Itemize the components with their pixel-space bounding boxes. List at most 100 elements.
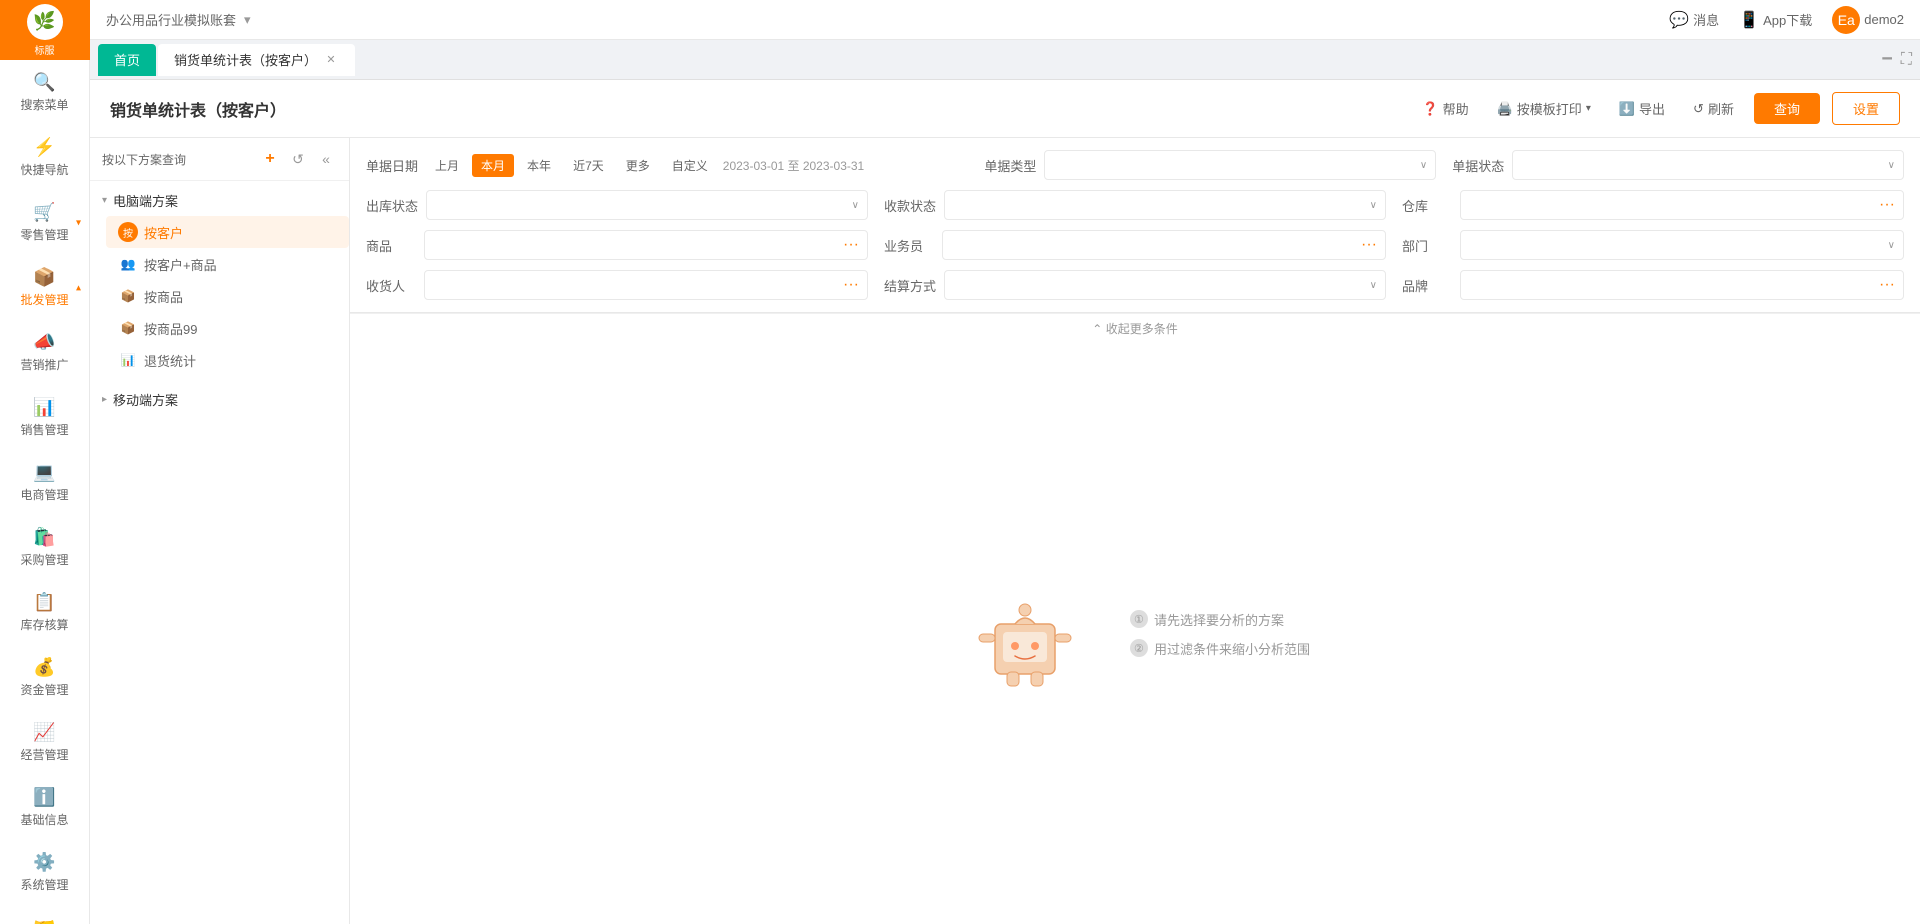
sidebar-item-operations[interactable]: 📈 经营管理 (0, 710, 89, 775)
filter-receipt-status: 收款状态 ∨ (884, 190, 1386, 220)
date-tab-last7days[interactable]: 近7天 (564, 154, 613, 177)
add-scheme-btn[interactable]: + (259, 148, 281, 170)
tab-sales-report[interactable]: 销货单统计表（按客户） ✕ (158, 44, 355, 76)
filter-area: 单据日期 上月 本月 本年 近7天 更多 自定义 (350, 138, 1920, 313)
user-name: demo2 (1864, 12, 1904, 27)
sidebar-item-sales[interactable]: 📊 销售管理 (0, 385, 89, 450)
brand-more-icon[interactable]: ··· (1879, 276, 1895, 294)
date-tab-more[interactable]: 更多 (617, 154, 659, 177)
filter-order-type: 单据类型 ∨ (984, 150, 1436, 180)
sales-icon: 📊 (33, 397, 55, 418)
department-select[interactable]: ∨ (1460, 230, 1904, 260)
tree-node-mobile[interactable]: ▸ 移动端方案 (90, 384, 349, 415)
return-stats-scheme-icon: 📊 (118, 350, 138, 370)
sidebar-item-inventory[interactable]: 📋 库存核算 (0, 580, 89, 645)
page-header: 销货单统计表（按客户） ❓ 帮助 🖨️ 按模板打印 ▾ ⬇️ 导出 ↺ 刷新 (90, 80, 1920, 138)
app-download-label: App下载 (1763, 10, 1812, 29)
salesperson-select[interactable]: ··· (942, 230, 1386, 260)
settings-button[interactable]: 设置 (1832, 92, 1900, 125)
customer-product-scheme-icon: 👥 (118, 254, 138, 274)
ecommerce-icon: 💻 (33, 462, 55, 483)
date-tab-custom[interactable]: 自定义 (663, 154, 717, 177)
sidebar-item-basic-info[interactable]: ℹ️ 基础信息 (0, 775, 89, 840)
receiver-select[interactable]: ··· (424, 270, 868, 300)
settlement-label: 结算方式 (884, 276, 936, 295)
sidebar-item-retail[interactable]: 🛒 零售管理 ▾ (0, 190, 89, 255)
sidebar-item-collab[interactable]: 🤝 企业协同 (0, 905, 89, 924)
sidebar-item-finance[interactable]: 💰 资金管理 (0, 645, 89, 710)
print-btn[interactable]: 🖨️ 按模板打印 ▾ (1489, 95, 1599, 122)
tree-child-by-customer[interactable]: 按 按客户 (106, 216, 349, 248)
tab-close-icon[interactable]: ✕ (323, 52, 339, 68)
tree-child-by-product[interactable]: 📦 按商品 (106, 280, 349, 312)
filter-wrapper: 单据日期 上月 本月 本年 近7天 更多 自定义 (350, 138, 1920, 343)
page-title: 销货单统计表（按客户） (110, 97, 286, 121)
refresh-icon: ↺ (1693, 101, 1704, 117)
warehouse-select[interactable]: ··· (1460, 190, 1904, 220)
tree-arrow-desktop: ▾ (102, 195, 107, 206)
tree-node-desktop[interactable]: ▾ 电脑端方案 (90, 185, 349, 216)
brand-select[interactable]: ··· (1460, 270, 1904, 300)
warehouse-more-icon[interactable]: ··· (1879, 196, 1895, 214)
tree-child-return-stats[interactable]: 📊 退货统计 (106, 344, 349, 376)
receiver-more-icon[interactable]: ··· (843, 276, 859, 294)
collapse-panel-btn[interactable]: « (315, 148, 337, 170)
sidebar-item-purchase[interactable]: 🛍️ 采购管理 (0, 515, 89, 580)
logo-text: 标服 (35, 42, 55, 57)
product-scheme-icon: 📦 (118, 286, 138, 306)
date-range: 2023-03-01 至 2023-03-31 (723, 157, 864, 174)
brand-label: 品牌 (1402, 276, 1452, 295)
sidebar-item-search[interactable]: 🔍 搜索菜单 (0, 60, 89, 125)
date-tab-this-year[interactable]: 本年 (518, 154, 560, 177)
topbar: 办公用品行业模拟账套 ▾ 💬 消息 📱 App下载 Ea demo2 (90, 0, 1920, 40)
app-download-btn[interactable]: 📱 App下载 (1739, 10, 1812, 30)
retail-icon: 🛒 (33, 202, 55, 223)
order-status-label: 单据状态 (1452, 156, 1504, 175)
salesperson-more-icon[interactable]: ··· (1361, 236, 1377, 254)
logo[interactable]: 🌿 标服 (0, 0, 90, 60)
product-more-icon[interactable]: ··· (843, 236, 859, 254)
sidebar-item-ecommerce[interactable]: 💻 电商管理 (0, 450, 89, 515)
filter-row-4: 收货人 ··· 结算方式 ∨ (366, 270, 1904, 300)
export-btn[interactable]: ⬇️ 导出 (1611, 95, 1673, 122)
sidebar-item-marketing[interactable]: 📣 营销推广 (0, 320, 89, 385)
collab-icon: 🤝 (33, 917, 55, 924)
product-label: 商品 (366, 236, 416, 255)
tree-group-mobile: ▸ 移动端方案 (90, 380, 349, 419)
out-status-select[interactable]: ∨ (426, 190, 868, 220)
left-panel-actions: + ↺ « (259, 148, 337, 170)
settlement-select[interactable]: ∨ (944, 270, 1386, 300)
receipt-status-select[interactable]: ∨ (944, 190, 1386, 220)
date-tabs: 上月 本月 本年 近7天 更多 自定义 (426, 154, 717, 177)
filter-receiver: 收货人 ··· (366, 270, 868, 300)
data-area: ① 请先选择要分析的方案 ② 用过滤条件来缩小分析范围 (350, 343, 1920, 924)
help-btn[interactable]: ❓ 帮助 (1414, 95, 1476, 122)
child-return-stats-label: 退货统计 (144, 351, 196, 370)
tree-child-by-product99[interactable]: 📦 按商品99 (106, 312, 349, 344)
tab-minimize-icon[interactable]: 🗕 (1881, 46, 1892, 73)
receiver-label: 收货人 (366, 276, 416, 295)
child-by-customer-product-label: 按客户+商品 (144, 255, 217, 274)
collapse-bar[interactable]: ⌃ 收起更多条件 (350, 313, 1920, 343)
date-tab-last-month[interactable]: 上月 (426, 154, 468, 177)
tab-home[interactable]: 首页 (98, 44, 156, 76)
tab-maximize-icon[interactable]: ⛶ (1901, 51, 1912, 69)
query-button[interactable]: 查询 (1754, 93, 1820, 124)
date-tab-this-month[interactable]: 本月 (472, 154, 514, 177)
refresh-btn[interactable]: ↺ 刷新 (1685, 95, 1742, 122)
user-area[interactable]: Ea demo2 (1832, 6, 1904, 34)
avatar: Ea (1832, 6, 1860, 34)
left-panel-title: 按以下方案查询 (102, 151, 186, 168)
sidebar-item-quicknav[interactable]: ⚡ 快捷导航 (0, 125, 89, 190)
sidebar-item-wholesale[interactable]: 📦 批发管理 ▴ (0, 255, 89, 320)
product-select[interactable]: ··· (424, 230, 868, 260)
tab-home-label: 首页 (114, 50, 140, 69)
empty-hint-2: ② 用过滤条件来缩小分析范围 (1130, 639, 1310, 658)
message-btn[interactable]: 💬 消息 (1669, 10, 1719, 30)
order-status-select[interactable]: ∨ (1512, 150, 1904, 180)
tree-child-by-customer-product[interactable]: 👥 按客户+商品 (106, 248, 349, 280)
industry-dropdown-icon[interactable]: ▾ (244, 12, 251, 28)
order-type-select[interactable]: ∨ (1044, 150, 1436, 180)
refresh-scheme-btn[interactable]: ↺ (287, 148, 309, 170)
sidebar-item-system[interactable]: ⚙️ 系统管理 (0, 840, 89, 905)
